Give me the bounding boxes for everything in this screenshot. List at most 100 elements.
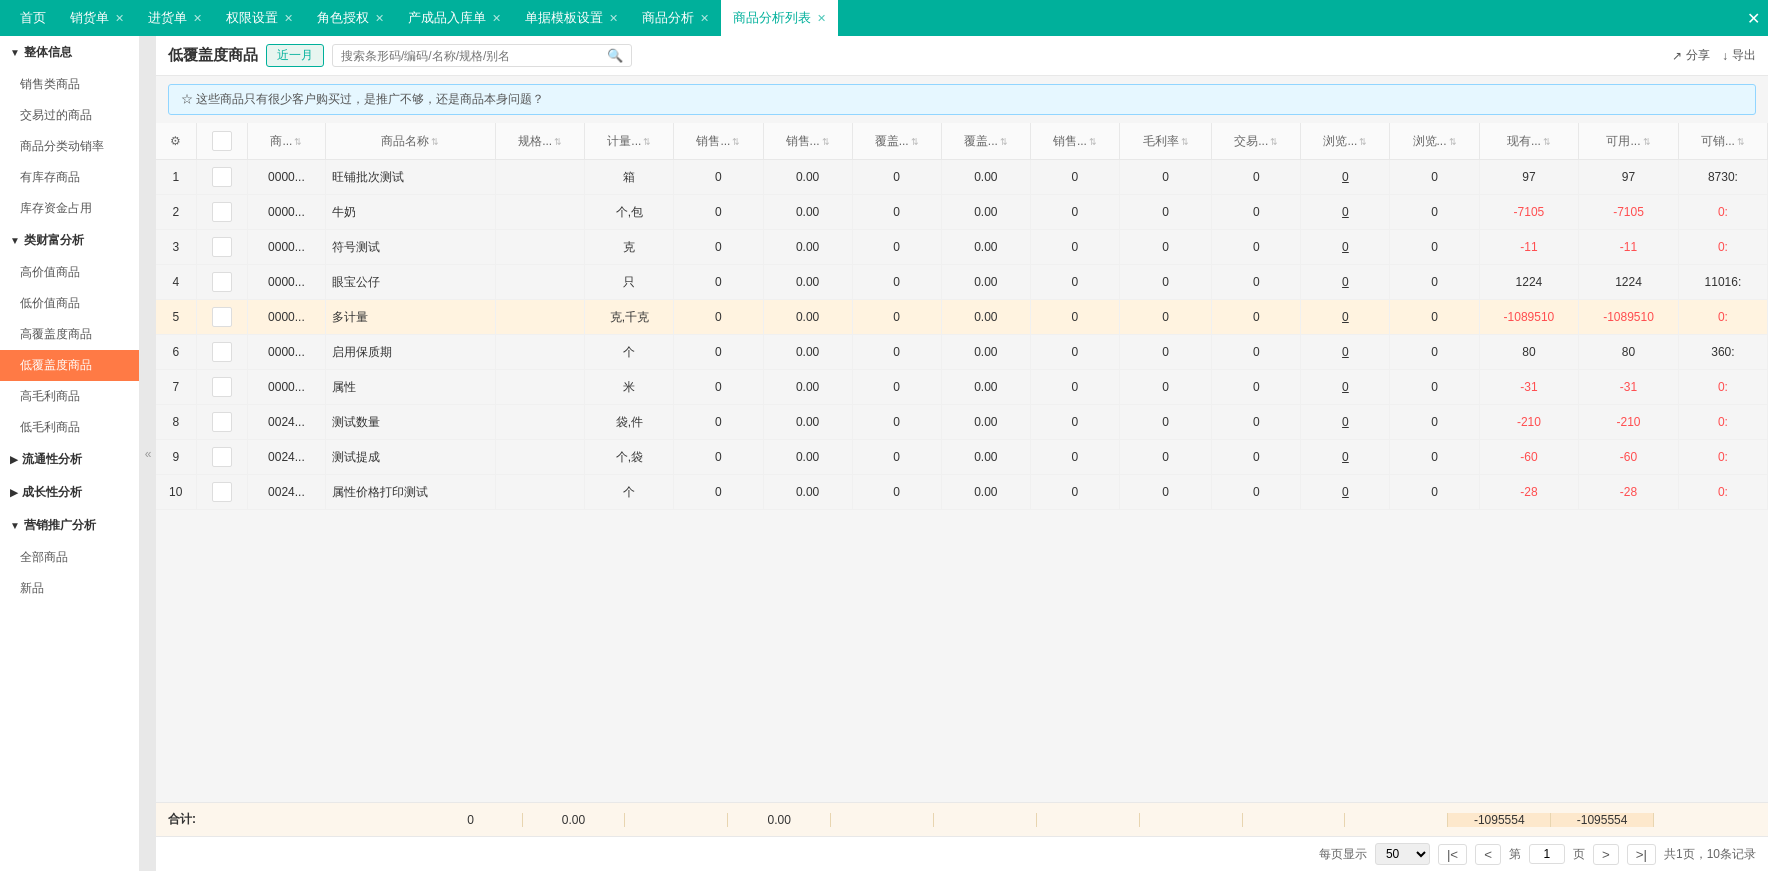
sidebar-item-category-rate[interactable]: 商品分类动销率 <box>0 131 139 162</box>
row-checkbox[interactable] <box>196 440 248 475</box>
sidebar-item-inventory-capital[interactable]: 库存资金占用 <box>0 193 139 224</box>
col-cover2[interactable]: 覆盖...⇅ <box>941 123 1030 160</box>
row-code: 0000... <box>248 265 326 300</box>
row-available: -31 <box>1579 370 1679 405</box>
nav-roles[interactable]: 角色授权 ✕ <box>305 0 396 36</box>
row-browse1[interactable]: 0 <box>1301 265 1390 300</box>
row-browse1[interactable]: 0 <box>1301 335 1390 370</box>
row-cover1: 0 <box>852 335 941 370</box>
nav-roles-close[interactable]: ✕ <box>375 12 384 25</box>
row-browse1[interactable]: 0 <box>1301 230 1390 265</box>
row-browse1[interactable]: 0 <box>1301 160 1390 195</box>
col-settings[interactable]: ⚙ <box>156 123 196 160</box>
export-button[interactable]: ↓ 导出 <box>1722 47 1756 64</box>
sidebar-collapse-button[interactable]: « <box>140 36 156 871</box>
row-sale-count: 0 <box>674 300 763 335</box>
sidebar-item-traded-products[interactable]: 交易过的商品 <box>0 100 139 131</box>
nav-templates-close[interactable]: ✕ <box>609 12 618 25</box>
sidebar-item-low-profit[interactable]: 低毛利商品 <box>0 412 139 443</box>
col-sale3[interactable]: 销售...⇅ <box>1030 123 1119 160</box>
col-sale-count[interactable]: 销售...⇅ <box>674 123 763 160</box>
share-button[interactable]: ↗ 分享 <box>1672 47 1710 64</box>
nav-home[interactable]: 首页 <box>8 0 58 36</box>
row-sale-count: 0 <box>674 405 763 440</box>
nav-permissions[interactable]: 权限设置 ✕ <box>214 0 305 36</box>
nav-purchase[interactable]: 进货单 ✕ <box>136 0 214 36</box>
nav-sales-close[interactable]: ✕ <box>115 12 124 25</box>
sidebar-item-high-value[interactable]: 高价值商品 <box>0 257 139 288</box>
sidebar-item-low-value[interactable]: 低价值商品 <box>0 288 139 319</box>
row-gross: 0 <box>1120 160 1212 195</box>
row-checkbox[interactable] <box>196 405 248 440</box>
sidebar-section-liquidity[interactable]: ▶ 流通性分析 <box>0 443 139 476</box>
sidebar-item-stocked-products[interactable]: 有库存商品 <box>0 162 139 193</box>
col-code[interactable]: 商...⇅ <box>248 123 326 160</box>
first-page-button[interactable]: |< <box>1438 844 1467 865</box>
row-code: 0000... <box>248 370 326 405</box>
row-cover1: 0 <box>852 475 941 510</box>
nav-sales[interactable]: 销货单 ✕ <box>58 0 136 36</box>
row-checkbox[interactable] <box>196 160 248 195</box>
last-page-button[interactable]: >| <box>1627 844 1656 865</box>
nav-permissions-close[interactable]: ✕ <box>284 12 293 25</box>
nav-analysis-list-close[interactable]: ✕ <box>817 12 826 25</box>
row-browse1[interactable]: 0 <box>1301 300 1390 335</box>
filter-period-button[interactable]: 近一月 <box>266 44 324 67</box>
col-current[interactable]: 现有...⇅ <box>1479 123 1579 160</box>
table-row: 8 0024... 测试数量 袋,件 0 0.00 0 0.00 0 0 0 0… <box>156 405 1768 440</box>
main-layout: ▼ 整体信息 销售类商品 交易过的商品 商品分类动销率 有库存商品 库存资金占用… <box>0 36 1768 871</box>
col-saleable[interactable]: 可销...⇅ <box>1678 123 1767 160</box>
row-browse1[interactable]: 0 <box>1301 475 1390 510</box>
sidebar-item-new-products[interactable]: 新品 <box>0 573 139 604</box>
col-browse2[interactable]: 浏览...⇅ <box>1390 123 1479 160</box>
sidebar-item-low-coverage[interactable]: 低覆盖度商品 <box>0 350 139 381</box>
page-size-select[interactable]: 50 20 100 200 <box>1375 843 1430 865</box>
row-browse1[interactable]: 0 <box>1301 405 1390 440</box>
nav-analysis[interactable]: 商品分析 ✕ <box>630 0 721 36</box>
col-cover1[interactable]: 覆盖...⇅ <box>852 123 941 160</box>
sidebar-item-sales-products[interactable]: 销售类商品 <box>0 69 139 100</box>
row-available: -1089510 <box>1579 300 1679 335</box>
nav-analysis-close[interactable]: ✕ <box>700 12 709 25</box>
row-checkbox[interactable] <box>196 370 248 405</box>
header-checkbox[interactable] <box>212 131 232 151</box>
col-unit[interactable]: 计量...⇅ <box>585 123 674 160</box>
nav-templates[interactable]: 单据模板设置 ✕ <box>513 0 630 36</box>
col-available[interactable]: 可用...⇅ <box>1579 123 1679 160</box>
col-gross[interactable]: 毛利率⇅ <box>1120 123 1212 160</box>
next-page-button[interactable]: > <box>1593 844 1619 865</box>
row-browse2: 0 <box>1390 370 1479 405</box>
sidebar-item-all-products[interactable]: 全部商品 <box>0 542 139 573</box>
row-checkbox[interactable] <box>196 195 248 230</box>
sidebar-item-high-profit[interactable]: 高毛利商品 <box>0 381 139 412</box>
sidebar-item-high-coverage[interactable]: 高覆盖度商品 <box>0 319 139 350</box>
nav-analysis-list[interactable]: 商品分析列表 ✕ <box>721 0 838 36</box>
row-current: -1089510 <box>1479 300 1579 335</box>
row-checkbox[interactable] <box>196 230 248 265</box>
row-no: 10 <box>156 475 196 510</box>
row-checkbox[interactable] <box>196 300 248 335</box>
row-browse1[interactable]: 0 <box>1301 370 1390 405</box>
nav-products[interactable]: 产成品入库单 ✕ <box>396 0 513 36</box>
row-checkbox[interactable] <box>196 335 248 370</box>
nav-purchase-close[interactable]: ✕ <box>193 12 202 25</box>
nav-products-close[interactable]: ✕ <box>492 12 501 25</box>
sidebar-section-growth[interactable]: ▶ 成长性分析 <box>0 476 139 509</box>
sidebar-section-wealth[interactable]: ▼ 类财富分析 <box>0 224 139 257</box>
col-spec[interactable]: 规格...⇅ <box>496 123 585 160</box>
prev-page-button[interactable]: < <box>1475 844 1501 865</box>
window-close-button[interactable]: ✕ <box>1747 9 1760 28</box>
col-name[interactable]: 商品名称⇅ <box>325 123 495 160</box>
col-sale-amount[interactable]: 销售...⇅ <box>763 123 852 160</box>
col-trade[interactable]: 交易...⇅ <box>1212 123 1301 160</box>
row-browse1[interactable]: 0 <box>1301 195 1390 230</box>
row-name: 眼宝公仔 <box>325 265 495 300</box>
row-browse1[interactable]: 0 <box>1301 440 1390 475</box>
sidebar-section-marketing[interactable]: ▼ 营销推广分析 <box>0 509 139 542</box>
search-input[interactable] <box>341 49 607 63</box>
page-input[interactable] <box>1529 844 1565 864</box>
row-checkbox[interactable] <box>196 265 248 300</box>
sidebar-section-overall[interactable]: ▼ 整体信息 <box>0 36 139 69</box>
row-checkbox[interactable] <box>196 475 248 510</box>
col-browse1[interactable]: 浏览...⇅ <box>1301 123 1390 160</box>
